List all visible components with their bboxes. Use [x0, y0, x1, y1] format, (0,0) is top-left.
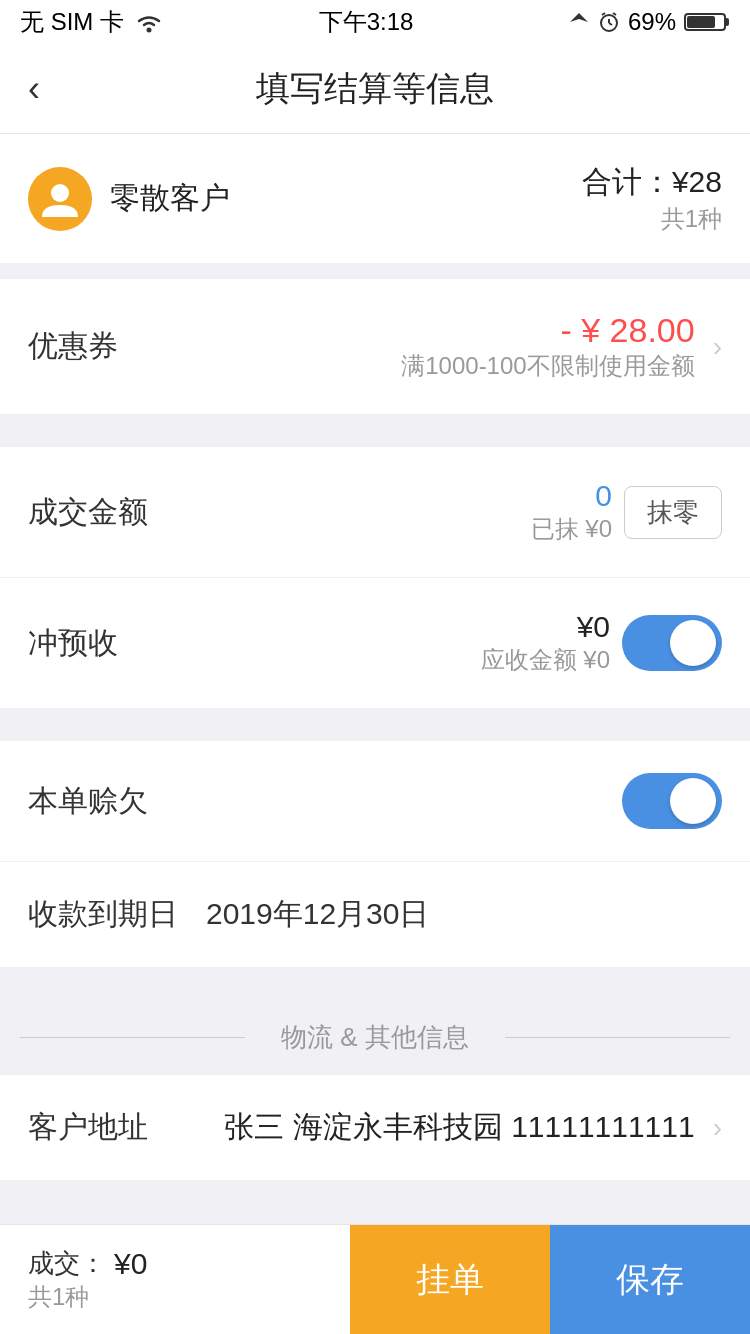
due-date-label: 收款到期日 — [28, 894, 178, 935]
coupon-row[interactable]: 优惠券 - ¥ 28.00 满1000-100不限制使用金额 › — [0, 279, 750, 415]
alarm-icon — [598, 11, 620, 33]
total-amount: 合计：¥28 — [582, 162, 722, 203]
deal-amount-right: 0 已抹 ¥0 抹零 — [531, 479, 722, 545]
due-date-value: 2019年12月30日 — [206, 894, 429, 935]
prepaid-label: 冲预收 — [28, 623, 118, 664]
coupon-right: - ¥ 28.00 满1000-100不限制使用金额 › — [401, 311, 722, 382]
logistics-header: 物流 & 其他信息 — [0, 1000, 750, 1075]
coupon-value-col: - ¥ 28.00 满1000-100不限制使用金额 — [401, 311, 694, 382]
address-card: 客户地址 张三 海淀永丰科技园 11111111111 › — [0, 1075, 750, 1181]
location-icon — [568, 11, 590, 33]
credit-toggle-knob — [670, 778, 716, 824]
deal-amount-label: 成交金额 — [28, 492, 148, 533]
prepaid-col: ¥0 应收金额 ¥0 — [481, 610, 610, 676]
customer-left: 零散客户 — [28, 167, 230, 231]
svg-rect-8 — [687, 16, 715, 28]
wifi-icon — [134, 11, 164, 33]
address-value: 张三 海淀永丰科技园 11111111111 — [224, 1107, 694, 1148]
credit-toggle[interactable] — [622, 773, 722, 829]
sep2 — [0, 725, 750, 741]
deal-prepaid-card: 成交金额 0 已抹 ¥0 抹零 冲预收 ¥0 应收金额 ¥0 — [0, 447, 750, 709]
address-right: 张三 海淀永丰科技园 11111111111 › — [224, 1107, 722, 1148]
bottom-count: 共1种 — [28, 1281, 322, 1313]
svg-rect-7 — [725, 18, 729, 26]
address-chevron: › — [713, 1112, 722, 1144]
save-button[interactable]: 保存 — [550, 1225, 750, 1335]
deal-amount-value: 0 — [595, 479, 612, 513]
coupon-label: 优惠券 — [28, 326, 118, 367]
logistics-line-left — [20, 1037, 245, 1038]
address-label: 客户地址 — [28, 1107, 148, 1148]
hang-button[interactable]: 挂单 — [350, 1225, 550, 1335]
prepaid-row: 冲预收 ¥0 应收金额 ¥0 — [0, 578, 750, 709]
customer-name: 零散客户 — [110, 178, 230, 219]
round-off-button[interactable]: 抹零 — [624, 486, 722, 539]
svg-point-0 — [147, 28, 152, 33]
battery-text: 69% — [628, 8, 676, 36]
no-sim-text: 无 SIM 卡 — [20, 6, 124, 38]
deal-amount-row: 成交金额 0 已抹 ¥0 抹零 — [0, 447, 750, 578]
address-row[interactable]: 客户地址 张三 海淀永丰科技园 11111111111 › — [0, 1075, 750, 1181]
status-right: 69% — [568, 8, 730, 36]
bottom-bar: 成交： ¥0 共1种 挂单 保存 — [0, 1224, 750, 1334]
prepaid-right: ¥0 应收金额 ¥0 — [481, 610, 722, 676]
credit-row: 本单赊欠 — [0, 741, 750, 862]
nav-bar: ‹ 填写结算等信息 — [0, 44, 750, 134]
due-date-row: 收款到期日 2019年12月30日 — [0, 862, 750, 968]
status-bar: 无 SIM 卡 下午3:18 69% — [0, 0, 750, 44]
credit-card: 本单赊欠 收款到期日 2019年12月30日 — [0, 741, 750, 968]
battery-icon — [684, 11, 730, 33]
coupon-value: - ¥ 28.00 — [560, 311, 694, 350]
svg-line-4 — [602, 13, 605, 15]
prepaid-value: ¥0 — [577, 610, 610, 644]
save-label: 保存 — [616, 1257, 684, 1303]
sep1 — [0, 431, 750, 447]
sep3 — [0, 984, 750, 1000]
svg-line-3 — [609, 23, 612, 25]
back-button[interactable]: ‹ — [28, 68, 40, 110]
credit-right — [622, 773, 722, 829]
status-time: 下午3:18 — [319, 6, 414, 38]
hang-label: 挂单 — [416, 1257, 484, 1303]
bottom-deal-amount: ¥0 — [114, 1247, 147, 1281]
customer-row: 零散客户 合计：¥28 共1种 — [0, 134, 750, 263]
bottom-deal-label: 成交： — [28, 1246, 106, 1281]
credit-label: 本单赊欠 — [28, 781, 148, 822]
svg-point-9 — [51, 184, 69, 202]
deal-amount-sub: 已抹 ¥0 — [531, 513, 612, 545]
prepaid-sub: 应收金额 ¥0 — [481, 644, 610, 676]
coupon-sub: 满1000-100不限制使用金额 — [401, 350, 694, 382]
user-icon — [38, 177, 82, 221]
deal-amount-col: 0 已抹 ¥0 — [531, 479, 612, 545]
customer-total: 合计：¥28 共1种 — [582, 162, 722, 235]
total-count: 共1种 — [582, 203, 722, 235]
coupon-chevron: › — [713, 331, 722, 363]
svg-line-5 — [613, 13, 616, 15]
prepaid-toggle[interactable] — [622, 615, 722, 671]
logistics-label: 物流 & 其他信息 — [281, 1020, 469, 1055]
avatar — [28, 167, 92, 231]
bottom-deal: 成交： ¥0 — [28, 1246, 322, 1281]
status-left: 无 SIM 卡 — [20, 6, 164, 38]
coupon-card: 优惠券 - ¥ 28.00 满1000-100不限制使用金额 › — [0, 279, 750, 415]
nav-title: 填写结算等信息 — [256, 66, 494, 112]
logistics-line-right — [505, 1037, 730, 1038]
bottom-info: 成交： ¥0 共1种 — [0, 1246, 350, 1313]
toggle-knob — [670, 620, 716, 666]
